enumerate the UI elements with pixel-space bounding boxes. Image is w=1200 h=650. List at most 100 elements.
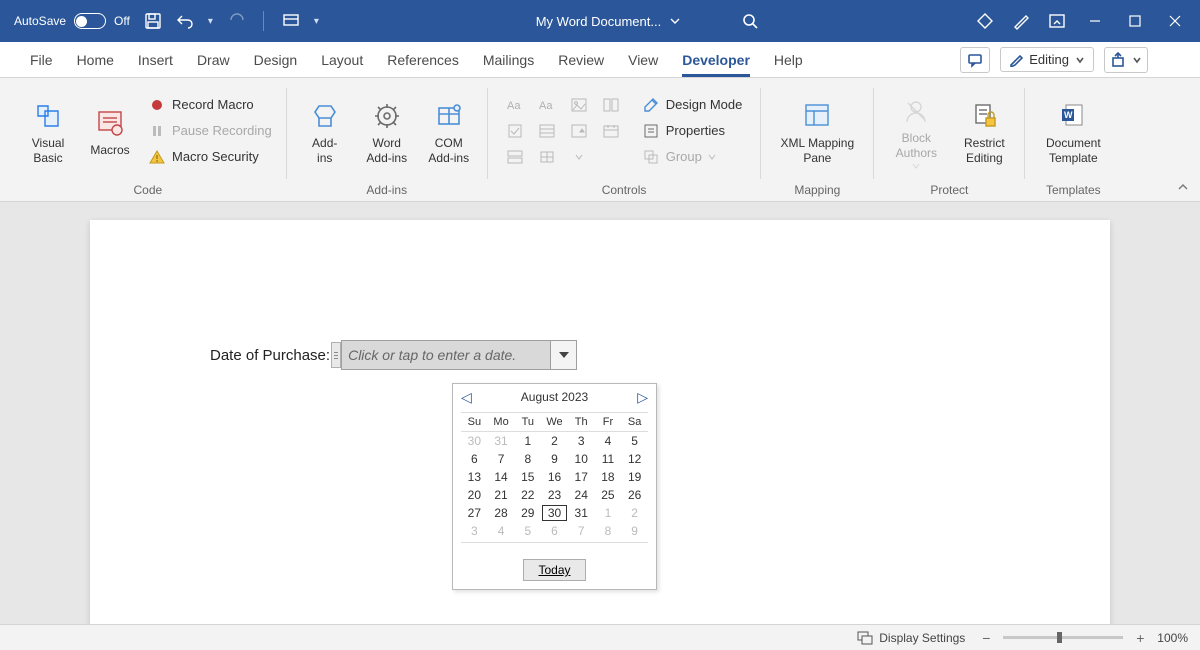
calendar-day[interactable]: 10 [568,450,595,468]
calendar-day[interactable]: 30 [541,504,568,522]
calendar-day[interactable]: 1 [595,504,622,522]
word-addins-button[interactable]: Word Add-ins [359,96,415,165]
calendar-day[interactable]: 9 [621,522,648,540]
content-control-handle[interactable] [331,342,341,368]
comments-button[interactable] [960,47,990,73]
xml-mapping-pane-button[interactable]: XML Mapping Pane [771,96,863,165]
calendar-day[interactable]: 3 [568,432,595,450]
macro-security-button[interactable]: Macro Security [144,146,276,168]
tab-review[interactable]: Review [546,42,616,77]
calendar-day[interactable]: 15 [514,468,541,486]
tab-layout[interactable]: Layout [309,42,375,77]
calendar-prev-button[interactable]: ◁ [461,389,472,406]
tab-insert[interactable]: Insert [126,42,185,77]
calendar-day[interactable]: 31 [568,504,595,522]
calendar-day[interactable]: 5 [514,522,541,540]
calendar-day[interactable]: 31 [488,432,515,450]
minimize-button[interactable] [1084,10,1106,32]
calendar-day[interactable]: 26 [621,486,648,504]
share-button[interactable] [1104,47,1148,73]
com-addins-button[interactable]: COM Add-ins [421,96,477,165]
diamond-icon[interactable] [976,12,994,30]
macros-button[interactable]: Macros [82,103,138,157]
calendar-day[interactable]: 24 [568,486,595,504]
calendar-day[interactable]: 27 [461,504,488,522]
calendar-day[interactable]: 2 [621,504,648,522]
dropdown-control-icon[interactable] [566,120,592,142]
building-block-control-icon[interactable] [598,94,624,116]
legacy-tools-dropdown[interactable] [566,146,592,168]
brush-icon[interactable] [1012,12,1030,30]
calendar-day[interactable]: 29 [514,504,541,522]
calendar-day[interactable]: 2 [541,432,568,450]
rich-text-control-icon[interactable]: Aa [502,94,528,116]
customize-qat-icon[interactable] [282,12,300,30]
calendar-day[interactable]: 30 [461,432,488,450]
calendar-day[interactable]: 23 [541,486,568,504]
tab-file[interactable]: File [18,42,65,77]
calendar-day[interactable]: 22 [514,486,541,504]
zoom-slider[interactable] [1003,636,1123,639]
zoom-in-button[interactable]: + [1133,630,1147,646]
autosave-toggle[interactable] [74,13,106,29]
repeating-section-control-icon[interactable] [502,146,528,168]
plain-text-control-icon[interactable]: Aa [534,94,560,116]
calendar-day[interactable]: 8 [514,450,541,468]
calendar-day[interactable]: 20 [461,486,488,504]
calendar-day[interactable]: 16 [541,468,568,486]
calendar-day[interactable]: 7 [488,450,515,468]
design-mode-button[interactable]: Design Mode [638,94,747,116]
calendar-month-label[interactable]: August 2023 [521,390,588,404]
redo-icon[interactable] [227,12,245,30]
combo-box-control-icon[interactable] [534,120,560,142]
visual-basic-button[interactable]: Visual Basic [20,96,76,165]
document-template-button[interactable]: W Document Template [1035,96,1111,165]
calendar-day[interactable]: 13 [461,468,488,486]
ribbon-display-icon[interactable] [1048,12,1066,30]
tab-references[interactable]: References [375,42,471,77]
editing-mode-button[interactable]: Editing [1000,47,1094,72]
document-page[interactable]: Date of Purchase: Click or tap to enter … [90,220,1110,624]
calendar-day[interactable]: 14 [488,468,515,486]
calendar-day[interactable]: 6 [541,522,568,540]
tab-developer[interactable]: Developer [670,42,762,77]
tab-design[interactable]: Design [242,42,310,77]
search-icon[interactable] [741,12,759,30]
checkbox-control-icon[interactable] [502,120,528,142]
tab-help[interactable]: Help [762,42,815,77]
undo-dropdown[interactable]: ▾ [208,16,213,27]
calendar-day[interactable]: 4 [595,432,622,450]
tab-draw[interactable]: Draw [185,42,242,77]
calendar-day[interactable]: 28 [488,504,515,522]
calendar-day[interactable]: 8 [595,522,622,540]
addins-button[interactable]: Add- ins [297,96,353,165]
restrict-editing-button[interactable]: Restrict Editing [954,96,1014,165]
picture-control-icon[interactable] [566,94,592,116]
date-picker-dropdown-button[interactable] [551,340,577,370]
calendar-day[interactable]: 6 [461,450,488,468]
calendar-day[interactable]: 11 [595,450,622,468]
document-title[interactable]: My Word Document... [536,14,681,29]
save-icon[interactable] [144,12,162,30]
close-button[interactable] [1164,10,1186,32]
date-picker-control-icon[interactable] [598,120,624,142]
legacy-tools-icon[interactable] [534,146,560,168]
calendar-day[interactable]: 1 [514,432,541,450]
calendar-day[interactable]: 9 [541,450,568,468]
properties-button[interactable]: Properties [638,120,747,142]
maximize-button[interactable] [1124,10,1146,32]
calendar-day[interactable]: 18 [595,468,622,486]
calendar-today-button[interactable]: Today [523,559,585,581]
calendar-day[interactable]: 12 [621,450,648,468]
calendar-day[interactable]: 4 [488,522,515,540]
account-icon[interactable] [1164,51,1182,69]
zoom-out-button[interactable]: − [979,630,993,646]
calendar-day[interactable]: 17 [568,468,595,486]
calendar-day[interactable]: 25 [595,486,622,504]
calendar-day[interactable]: 21 [488,486,515,504]
tab-view[interactable]: View [616,42,670,77]
calendar-day[interactable]: 3 [461,522,488,540]
date-picker-input[interactable]: Click or tap to enter a date. [341,340,551,370]
undo-icon[interactable] [176,12,194,30]
calendar-day[interactable]: 7 [568,522,595,540]
